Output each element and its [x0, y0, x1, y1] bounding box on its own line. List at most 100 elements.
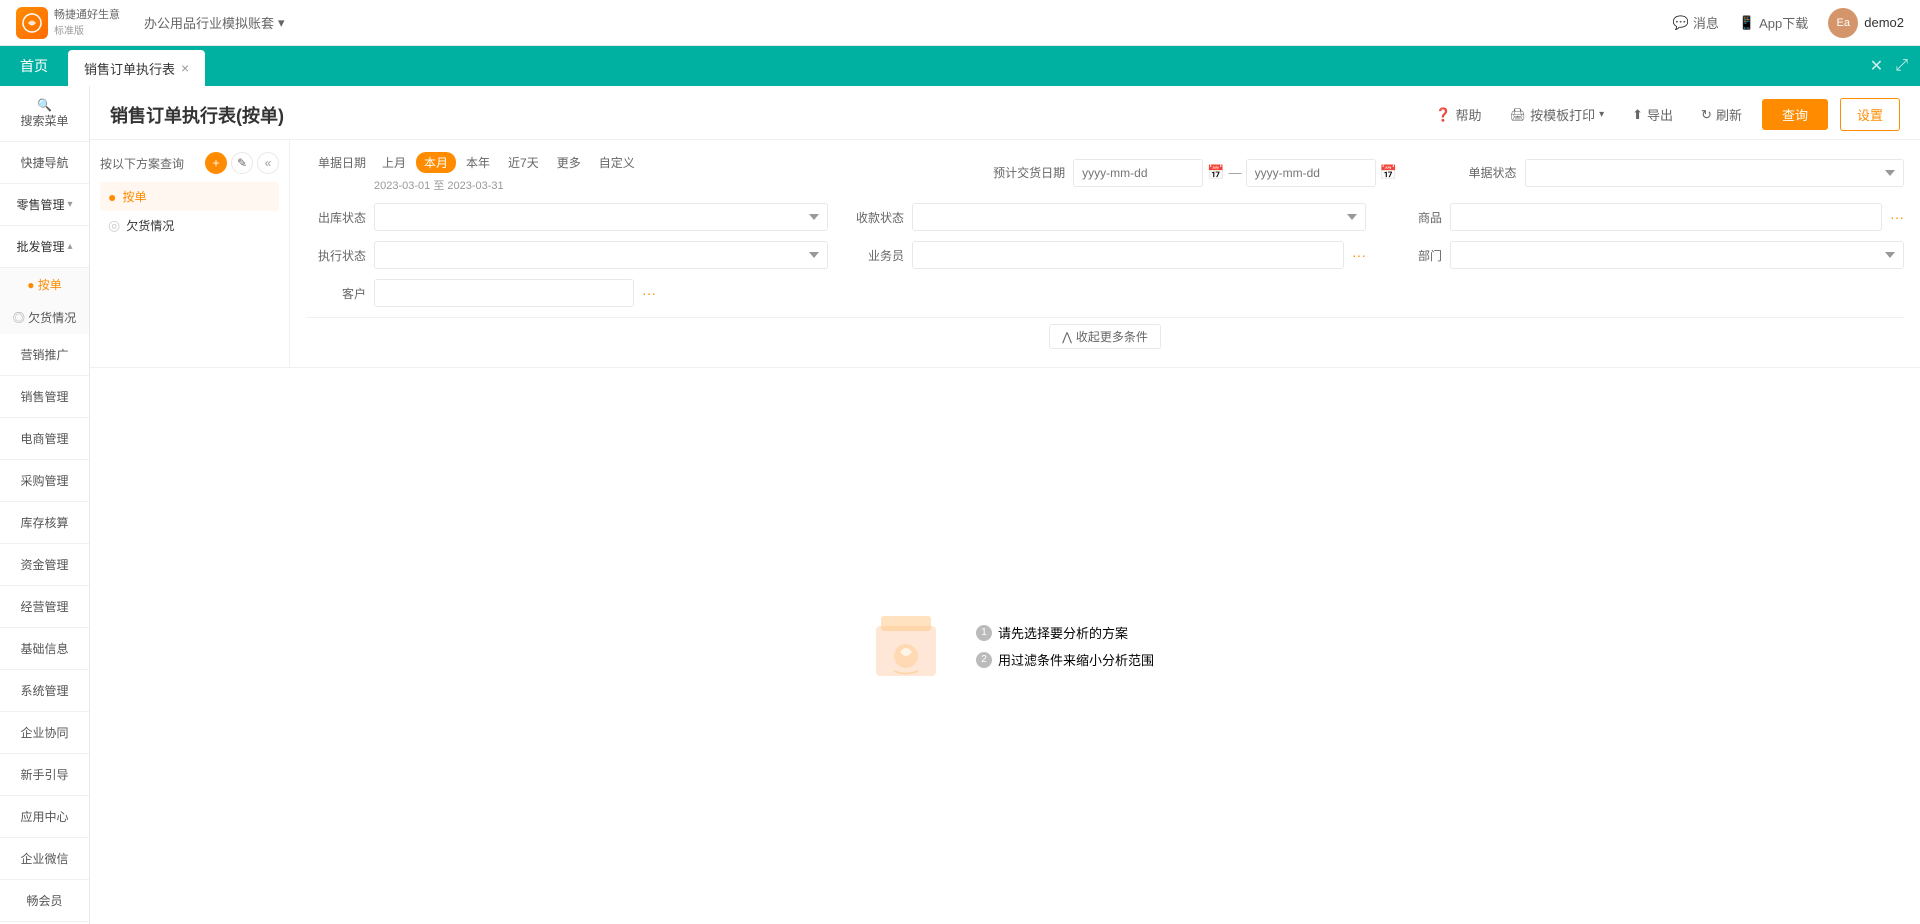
sidebar-item-app-center[interactable]: 应用中心	[0, 796, 89, 838]
sidebar-item-retail[interactable]: 零售管理 ▾	[0, 184, 89, 226]
close-window-icon[interactable]: ✕	[1870, 56, 1883, 76]
date-tab-curr[interactable]: 本月	[416, 152, 456, 173]
sidebar-sub-item-by-order[interactable]: ● 按单	[0, 268, 89, 301]
ship-status-select[interactable]	[374, 203, 828, 231]
customer-input[interactable]	[374, 279, 634, 307]
sidebar-sub-item-shortage[interactable]: ◎ 欠货情况	[0, 301, 89, 334]
doc-status-select[interactable]	[1525, 159, 1904, 187]
filter-row-2: 出库状态 收款状态	[306, 203, 1904, 231]
dept-label: 部门	[1382, 247, 1442, 264]
scheme-item-shortage[interactable]: ◎ 欠货情况	[100, 211, 279, 240]
filter-scheme-header: 按以下方案查询 + ✎ «	[100, 152, 279, 174]
step-2-number: 2	[976, 652, 992, 668]
calendar-to-icon[interactable]: 📅	[1380, 164, 1397, 181]
scheme-item-order[interactable]: ● 按单	[100, 182, 279, 211]
query-button[interactable]: 查询	[1762, 99, 1828, 130]
main-layout: 🔍 搜索菜单 快捷导航 零售管理 ▾ 批发管理 ▴ ● 按单 ◎ 欠货情况 营销…	[0, 86, 1920, 924]
tab-right: ✕ ⤢	[1870, 56, 1920, 76]
ecommerce-label: 电商管理	[20, 432, 68, 446]
edit-scheme-btn[interactable]: ✎	[231, 152, 253, 174]
date-filter-group: 单据日期 上月 本月 本年 近7天 更多 自定义 2023	[306, 152, 977, 193]
refresh-label: 刷新	[1716, 105, 1742, 124]
filter-row-3: 执行状态 业务员 ··· 部门	[306, 241, 1904, 269]
enterprise-label: 企业协同	[20, 726, 68, 740]
date-tab-prev[interactable]: 上月	[374, 152, 414, 173]
sidebar-item-purchase[interactable]: 采购管理	[0, 460, 89, 502]
print-icon: 🖨	[1510, 107, 1527, 123]
collapse-btn[interactable]: ⋀ 收起更多条件	[1049, 324, 1161, 349]
sidebar-item-enterprise[interactable]: 企业协同	[0, 712, 89, 754]
doc-status-label: 单据状态	[1457, 164, 1517, 181]
expand-window-icon[interactable]: ⤢	[1895, 57, 1908, 75]
user-area[interactable]: Ea demo2	[1828, 8, 1904, 38]
member-label: 畅会员	[26, 894, 62, 908]
tab-active[interactable]: 销售订单执行表 ×	[68, 50, 205, 86]
tab-home[interactable]: 首页	[0, 46, 68, 86]
collapse-label: 收起更多条件	[1076, 328, 1148, 345]
page-container: 销售订单执行表(按单) ❓ 帮助 🖨 按模板打印 ▾ ⬆ 导出	[90, 86, 1920, 924]
system-label: 系统管理	[20, 684, 68, 698]
app-download-action[interactable]: 📱 App下载	[1739, 13, 1808, 32]
salesman-dots-icon[interactable]: ···	[1352, 247, 1366, 263]
tab-close-icon[interactable]: ×	[181, 60, 189, 76]
sidebar-item-sales[interactable]: 销售管理	[0, 376, 89, 418]
collapse-icon: ⋀	[1062, 330, 1072, 344]
sidebar-item-search[interactable]: 🔍 搜索菜单	[0, 86, 89, 142]
sidebar-item-finance[interactable]: 资金管理	[0, 544, 89, 586]
refresh-btn[interactable]: ↻ 刷新	[1693, 101, 1750, 128]
ship-status-label: 出库状态	[306, 209, 366, 226]
sidebar-item-inventory[interactable]: 库存核算	[0, 502, 89, 544]
dept-select[interactable]	[1450, 241, 1904, 269]
goods-input[interactable]	[1450, 203, 1882, 231]
ship-status-group: 出库状态	[306, 203, 828, 231]
exec-status-select[interactable]	[374, 241, 828, 269]
collection-status-select[interactable]	[912, 203, 1366, 231]
refresh-icon: ↻	[1701, 107, 1712, 123]
date-tab-custom[interactable]: 自定义	[591, 152, 643, 173]
sidebar-item-ecommerce[interactable]: 电商管理	[0, 418, 89, 460]
date-tab-year[interactable]: 本年	[458, 152, 498, 173]
collapse-scheme-btn[interactable]: «	[257, 152, 279, 174]
sidebar-item-wholesale[interactable]: 批发管理 ▴	[0, 226, 89, 268]
customer-dots-icon[interactable]: ···	[642, 285, 656, 301]
help-btn[interactable]: ❓ 帮助	[1427, 101, 1489, 128]
sidebar-item-newbie[interactable]: 新手引导	[0, 754, 89, 796]
add-scheme-btn[interactable]: +	[205, 152, 227, 174]
salesman-label: 业务员	[844, 247, 904, 264]
empty-step-1: 1 请先选择要分析的方案	[976, 623, 1154, 642]
date-tab-7[interactable]: 近7天	[500, 152, 547, 173]
forecast-date-from[interactable]	[1073, 159, 1203, 187]
empty-text-block: 1 请先选择要分析的方案 2 用过滤条件来缩小分析范围	[976, 623, 1154, 669]
sidebar-item-operation[interactable]: 经营管理	[0, 586, 89, 628]
sidebar-item-member[interactable]: 畅会员	[0, 880, 89, 922]
dept-group: 部门	[1382, 241, 1904, 269]
help-icon: ❓	[1435, 107, 1451, 123]
salesman-input[interactable]	[912, 241, 1344, 269]
forecast-date-group: 预计交货日期 📅 — 📅	[993, 159, 1440, 187]
forecast-date-to[interactable]	[1246, 159, 1376, 187]
print-btn[interactable]: 🖨 按模板打印 ▾	[1502, 101, 1613, 128]
collection-status-group: 收款状态	[844, 203, 1366, 231]
content-area: 销售订单执行表(按单) ❓ 帮助 🖨 按模板打印 ▾ ⬆ 导出	[90, 86, 1920, 924]
app-center-label: 应用中心	[20, 810, 68, 824]
sidebar-item-quick-nav[interactable]: 快捷导航	[0, 142, 89, 184]
goods-label: 商品	[1382, 209, 1442, 226]
sidebar-item-wechat[interactable]: 企业微信	[0, 838, 89, 880]
date-label: 单据日期	[306, 154, 366, 171]
print-chevron-icon: ▾	[1599, 109, 1604, 120]
sidebar-item-basic-info[interactable]: 基础信息	[0, 628, 89, 670]
settings-button[interactable]: 设置	[1840, 98, 1900, 131]
date-separator: —	[1229, 165, 1242, 180]
message-action[interactable]: 💬 消息	[1673, 13, 1719, 32]
sidebar-item-system[interactable]: 系统管理	[0, 670, 89, 712]
goods-dots-icon[interactable]: ···	[1890, 209, 1904, 225]
goods-group: 商品 ···	[1382, 203, 1904, 231]
quick-nav-label: 快捷导航	[20, 156, 68, 170]
export-btn[interactable]: ⬆ 导出	[1624, 101, 1681, 128]
sidebar-item-marketing[interactable]: 营销推广	[0, 334, 89, 376]
calendar-from-icon[interactable]: 📅	[1207, 164, 1224, 181]
date-tab-more[interactable]: 更多	[549, 152, 589, 173]
date-tabs: 上月 本月 本年 近7天 更多 自定义	[374, 152, 643, 173]
logo-text: 畅捷通好生意	[54, 8, 120, 22]
wechat-label: 企业微信	[20, 852, 68, 866]
